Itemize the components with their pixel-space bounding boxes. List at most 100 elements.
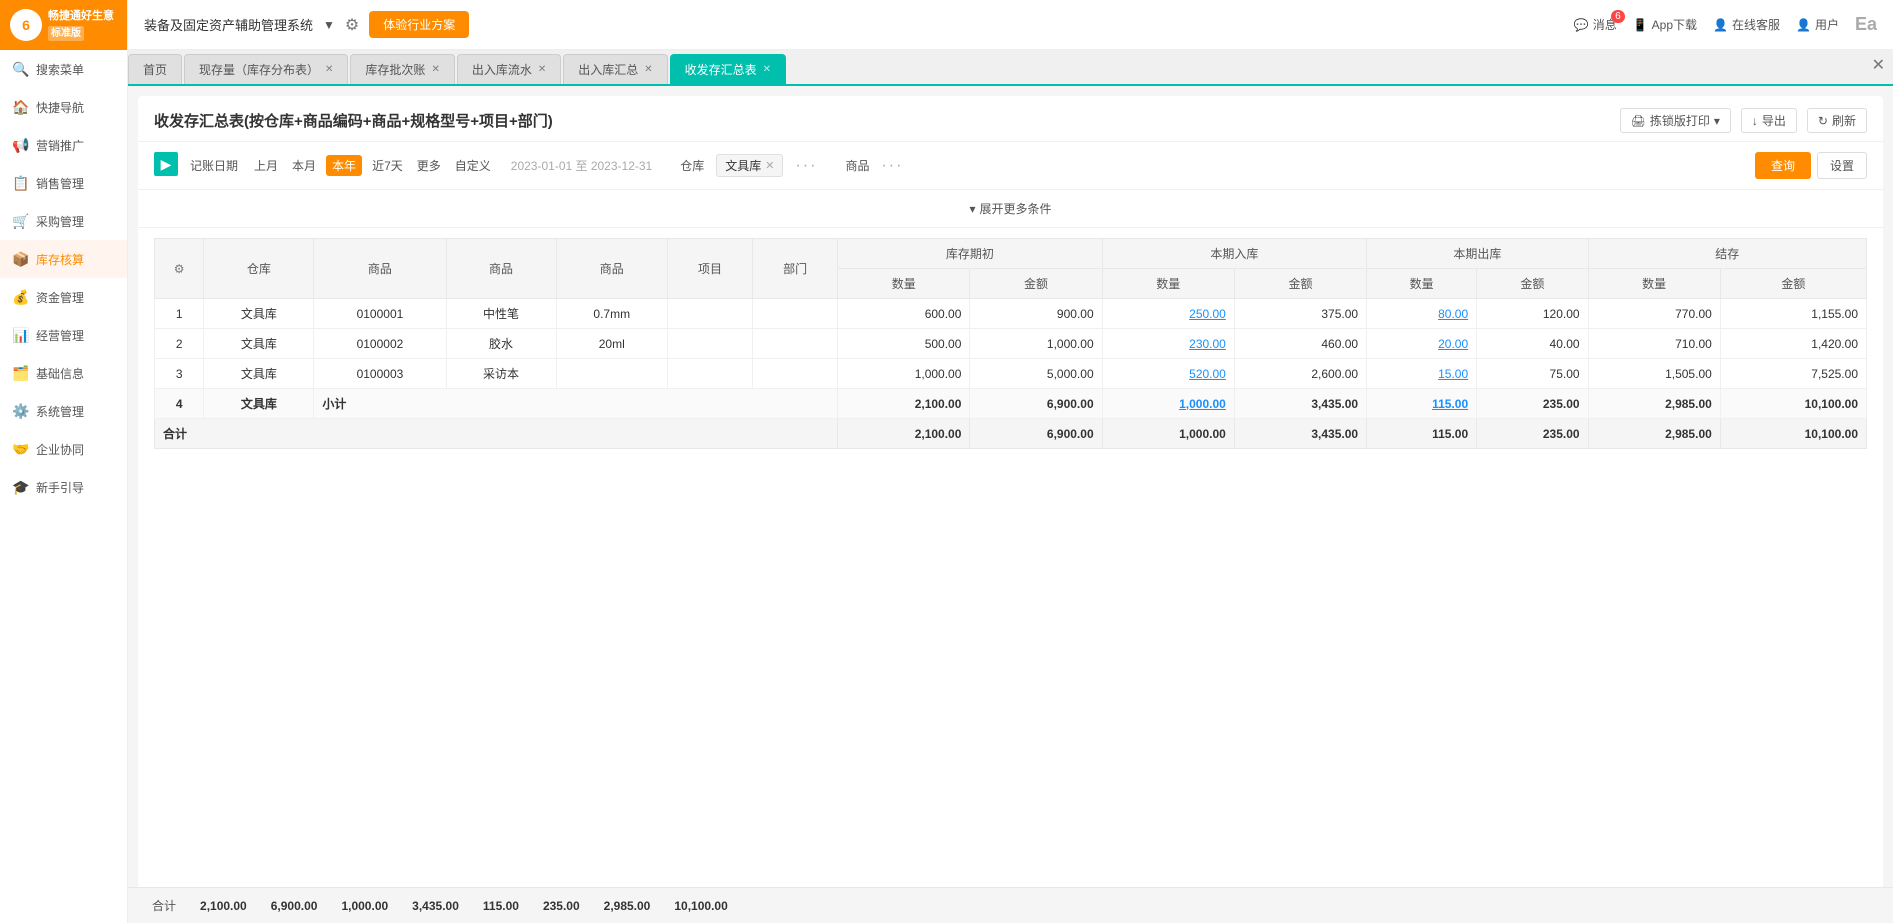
- sidebar-item-sales[interactable]: 📋 销售管理: [0, 164, 127, 202]
- total-out-qty: 115.00: [1367, 419, 1477, 449]
- warehouse-filter-tag[interactable]: 文具库 ✕: [716, 154, 783, 177]
- user-initials: Ea: [1855, 14, 1877, 35]
- th-goods-code: 商品: [314, 239, 446, 299]
- th-in: 本期入库: [1102, 239, 1366, 269]
- expand-filter-bar: ▾ 展开更多条件: [138, 190, 1883, 228]
- online-service-btn[interactable]: 👤 在线客服: [1713, 16, 1780, 33]
- tab-close-stock-dist[interactable]: ✕: [325, 64, 333, 75]
- filter-settings-btn[interactable]: 设置: [1817, 152, 1867, 179]
- bottom-open-amt: 6,900.00: [271, 899, 318, 913]
- logo: 6 畅捷通好生意 标准版: [0, 0, 127, 50]
- sidebar-item-system[interactable]: ⚙️ 系统管理: [0, 392, 127, 430]
- th-in-amt: 金额: [1234, 269, 1366, 299]
- tabbar-close-all[interactable]: ✕: [1872, 55, 1885, 75]
- sidebar-item-quick[interactable]: 🏠 快捷导航: [0, 88, 127, 126]
- total-close-amt: 10,100.00: [1720, 419, 1866, 449]
- table-subtotal-row: 4 文具库 小计 2,100.00 6,900.00 1,000.00 3,43…: [155, 389, 1867, 419]
- tab-inout-summary[interactable]: 出入库汇总 ✕: [563, 54, 667, 84]
- system-dropdown[interactable]: ▼: [323, 18, 335, 32]
- sidebar-item-guide[interactable]: 🎓 新手引导: [0, 468, 127, 506]
- th-project: 项目: [667, 239, 752, 299]
- th-close-qty: 数量: [1588, 269, 1720, 299]
- th-warehouse: 仓库: [204, 239, 314, 299]
- header: 装备及固定资产辅助管理系统 ▼ ⚙ 体验行业方案 💬 消息 6 📱 App下载 …: [128, 0, 1893, 50]
- sidebar-item-search[interactable]: 🔍 搜索菜单: [0, 50, 127, 88]
- print-btn[interactable]: 🖨 拣锁版打印 ▾: [1620, 108, 1731, 133]
- date-btn-custom[interactable]: 自定义: [451, 155, 495, 176]
- th-open-amt: 金额: [970, 269, 1102, 299]
- tab-batch[interactable]: 库存批次账 ✕: [350, 54, 454, 84]
- tab-recv-send[interactable]: 收发存汇总表 ✕: [670, 54, 786, 84]
- home-icon: 🏠: [12, 98, 30, 116]
- print-icon: 🖨: [1631, 114, 1646, 128]
- page-title-bar: 收发存汇总表(按仓库+商品编码+商品+规格型号+项目+部门) 🖨 拣锁版打印 ▾…: [138, 96, 1883, 142]
- tab-close-recv-send[interactable]: ✕: [763, 64, 771, 75]
- goods-label: 商品: [845, 157, 869, 174]
- table-settings-btn[interactable]: ⚙: [155, 239, 204, 299]
- guide-icon: 🎓: [12, 478, 30, 496]
- sidebar-item-finance[interactable]: 💰 资金管理: [0, 278, 127, 316]
- sales-icon: 📋: [12, 174, 30, 192]
- table-row: 3 文具库 0100003 采访本 1,000.00 5,000.00 520.…: [155, 359, 1867, 389]
- logo-icon: 6: [10, 9, 42, 41]
- total-open-qty: 2,100.00: [838, 419, 970, 449]
- filter-bar: ▶ 记账日期 上月 本月 本年 近7天 更多 自定义 2023-01-01 至 …: [138, 142, 1883, 190]
- tab-close-inout-summary[interactable]: ✕: [644, 64, 652, 75]
- user-btn[interactable]: 👤 用户: [1796, 16, 1839, 33]
- bottom-out-amt: 235.00: [543, 899, 580, 913]
- chevron-down-icon: ▾: [1714, 114, 1720, 128]
- date-range: 2023-01-01 至 2023-12-31: [511, 157, 652, 174]
- sidebar-item-basic[interactable]: 🗂️ 基础信息: [0, 354, 127, 392]
- th-open-qty: 数量: [838, 269, 970, 299]
- th-goods-spec: 商品: [556, 239, 667, 299]
- date-btn-last-month[interactable]: 上月: [250, 155, 282, 176]
- date-btn-more[interactable]: 更多: [413, 155, 445, 176]
- sidebar-item-operation[interactable]: 📊 经营管理: [0, 316, 127, 354]
- export-icon: ↓: [1752, 114, 1758, 128]
- refresh-icon: ↻: [1818, 114, 1828, 128]
- header-right: 💬 消息 6 📱 App下载 👤 在线客服 👤 用户 Ea: [1574, 14, 1877, 35]
- date-btn-this-month[interactable]: 本月: [288, 155, 320, 176]
- sidebar-item-purchase[interactable]: 🛒 采购管理: [0, 202, 127, 240]
- tab-close-inout-flow[interactable]: ✕: [538, 64, 546, 75]
- tab-home[interactable]: 首页: [128, 54, 182, 84]
- th-close-amt: 金额: [1720, 269, 1866, 299]
- query-btn[interactable]: 查询: [1755, 152, 1811, 179]
- basic-icon: 🗂️: [12, 364, 30, 382]
- date-btn-this-year[interactable]: 本年: [326, 155, 362, 176]
- goods-filter-more[interactable]: ···: [881, 157, 903, 175]
- sidebar-item-inventory[interactable]: 📦 库存核算: [0, 240, 127, 278]
- app-download-btn[interactable]: 📱 App下载: [1633, 16, 1697, 33]
- warehouse-filter-close[interactable]: ✕: [765, 159, 774, 172]
- tab-stock-dist[interactable]: 现存量（库存分布表） ✕: [184, 54, 348, 84]
- tab-inout-flow[interactable]: 出入库流水 ✕: [457, 54, 561, 84]
- warehouse-filter-more[interactable]: ···: [795, 157, 817, 175]
- message-btn[interactable]: 💬 消息 6: [1574, 16, 1617, 33]
- date-btn-7days[interactable]: 近7天: [368, 155, 407, 176]
- main-content: 收发存汇总表(按仓库+商品编码+商品+规格型号+项目+部门) 🖨 拣锁版打印 ▾…: [128, 86, 1893, 923]
- expand-filter-btn[interactable]: ▾ 展开更多条件: [961, 196, 1059, 221]
- th-out-qty: 数量: [1367, 269, 1477, 299]
- settings-icon[interactable]: ⚙: [345, 15, 359, 35]
- finance-icon: 💰: [12, 288, 30, 306]
- date-shortcuts: 上月 本月 本年 近7天 更多 自定义: [250, 155, 495, 176]
- service-icon: 👤: [1713, 18, 1728, 32]
- app-icon: 📱: [1633, 18, 1648, 32]
- bottom-total-label: 合计: [152, 897, 176, 914]
- date-label: 记账日期: [190, 157, 238, 174]
- sidebar-item-marketing[interactable]: 📢 营销推广: [0, 126, 127, 164]
- bottom-open-qty: 2,100.00: [200, 899, 247, 913]
- header-left: 装备及固定资产辅助管理系统 ▼ ⚙ 体验行业方案: [144, 11, 469, 38]
- filter-collapse-btn[interactable]: ▶: [154, 152, 178, 176]
- export-btn[interactable]: ↓ 导出: [1741, 108, 1797, 133]
- th-out: 本期出库: [1367, 239, 1589, 269]
- system-title: 装备及固定资产辅助管理系统: [144, 15, 313, 34]
- tab-close-batch[interactable]: ✕: [431, 64, 439, 75]
- trial-btn[interactable]: 体验行业方案: [369, 11, 469, 38]
- bottom-in-qty: 1,000.00: [341, 899, 388, 913]
- operation-icon: 📊: [12, 326, 30, 344]
- sidebar-item-corp[interactable]: 🤝 企业协同: [0, 430, 127, 468]
- inventory-icon: 📦: [12, 250, 30, 268]
- refresh-btn[interactable]: ↻ 刷新: [1807, 108, 1867, 133]
- bottom-out-qty: 115.00: [483, 899, 519, 913]
